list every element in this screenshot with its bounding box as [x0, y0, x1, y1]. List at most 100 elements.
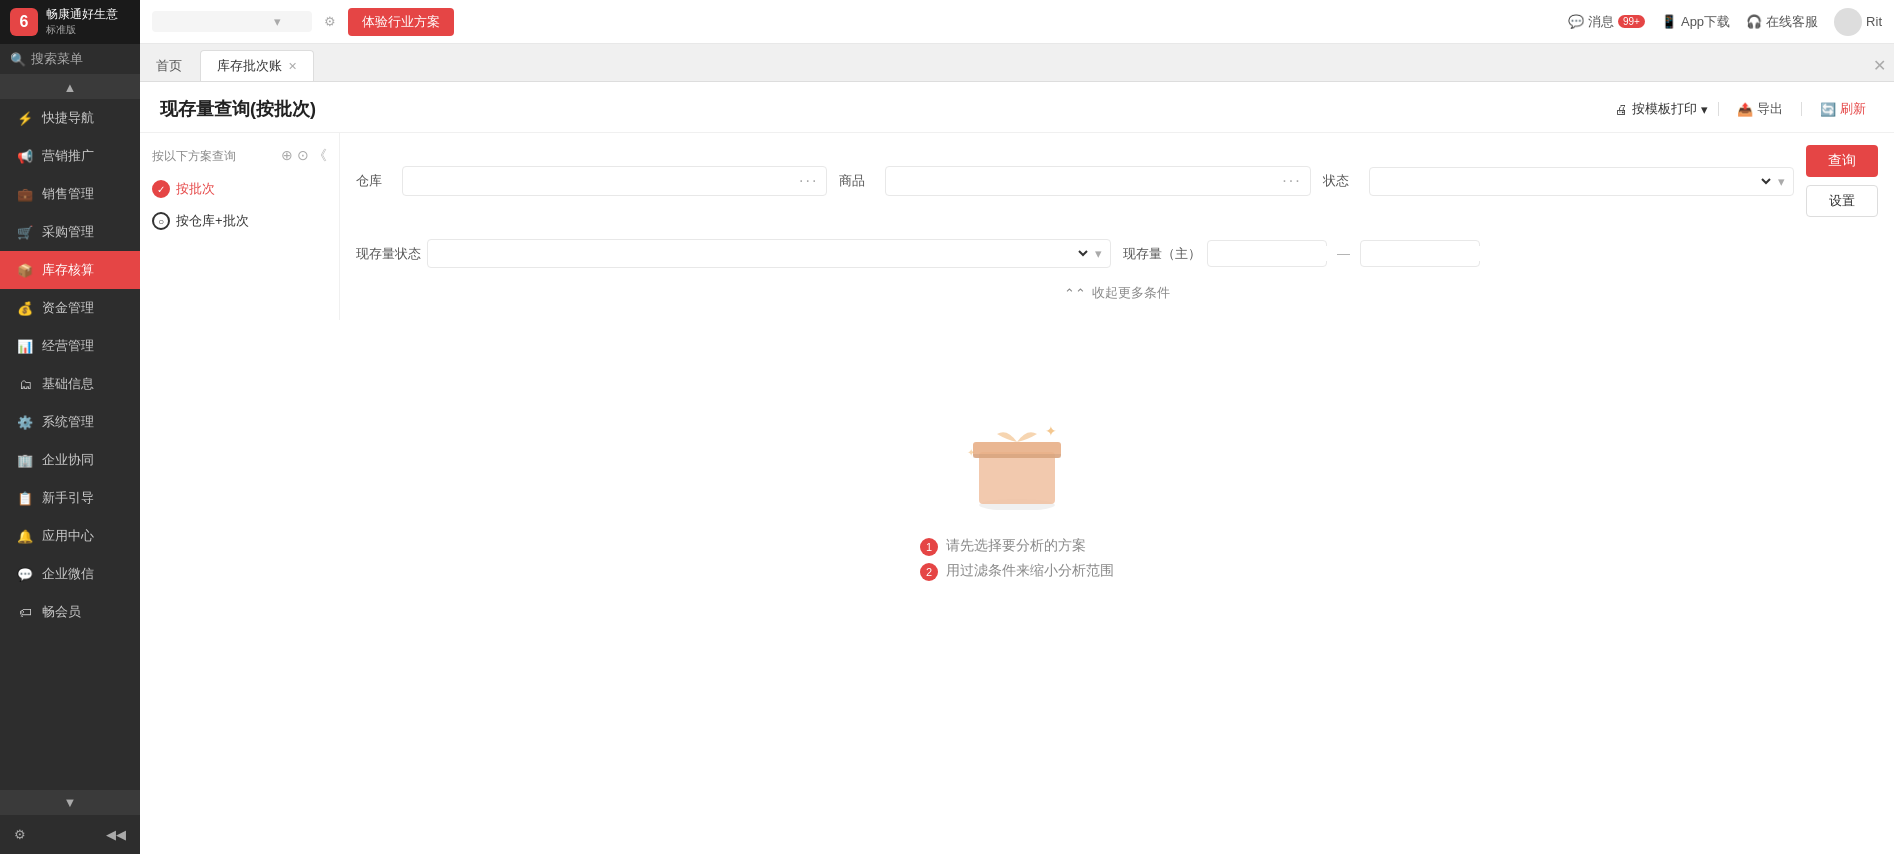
scroll-up-btn[interactable]: ▲ — [0, 75, 140, 99]
product-more-icon[interactable]: ··· — [1282, 172, 1301, 190]
messages-icon: 💬 — [1568, 14, 1584, 29]
operations-icon: 📊 — [16, 337, 34, 355]
sidebar-item-label: 营销推广 — [42, 147, 94, 165]
topbar-gear-icon[interactable]: ⚙ — [320, 10, 340, 33]
stock-status-chevron-icon: ▾ — [1095, 246, 1102, 261]
sidebar-item-wechat[interactable]: 💬 企业微信 — [0, 555, 140, 593]
status-chevron-icon: ▾ — [1778, 174, 1785, 189]
stock-qty-filter-group: 现存量（主） — — [1123, 240, 1878, 267]
sidebar-item-label: 采购管理 — [42, 223, 94, 241]
print-btn-label: 按模板打印 — [1632, 100, 1697, 118]
page-header: 现存量查询(按批次) 🖨 按模板打印 ▾ 📤 导出 🔄 刷新 — [140, 82, 1894, 133]
product-input-wrap[interactable]: ··· — [885, 166, 1310, 196]
messages-badge: 99+ — [1618, 15, 1645, 28]
collapse-icon: ⌃⌃ — [1064, 286, 1086, 301]
sidebar-item-new-guide[interactable]: 📋 新手引导 — [0, 479, 140, 517]
product-input[interactable] — [894, 174, 1278, 189]
user-avatar-action[interactable]: Rit — [1834, 8, 1882, 36]
sidebar-item-operations[interactable]: 📊 经营管理 — [0, 327, 140, 365]
sidebar-nav: ⚡ 快捷导航 📢 营销推广 💼 销售管理 🛒 采购管理 📦 库存核算 💰 资金管… — [0, 99, 140, 790]
warehouse-input-wrap[interactable]: ··· — [402, 166, 827, 196]
stock-status-select-wrap[interactable]: ▾ — [427, 239, 1111, 268]
sidebar-item-system[interactable]: ⚙️ 系统管理 — [0, 403, 140, 441]
tab-batch-account-label: 库存批次账 — [217, 57, 282, 75]
warehouse-more-icon[interactable]: ··· — [799, 172, 818, 190]
tab-home[interactable]: 首页 — [140, 50, 198, 81]
collapse-sidebar-icon[interactable]: ◀◀ — [102, 823, 130, 846]
app-logo: 6 — [10, 8, 38, 36]
stock-qty-input-max[interactable] — [1360, 240, 1480, 267]
status-filter-group: 状态 ▾ — [1323, 167, 1794, 196]
sidebar-item-label: 新手引导 — [42, 489, 94, 507]
wechat-icon: 💬 — [16, 565, 34, 583]
solution-header-actions: ⊕ ⊙ 《 — [281, 147, 327, 165]
search-icon: 🔍 — [10, 52, 26, 67]
close-all-tabs-icon[interactable]: ✕ — [1873, 56, 1886, 75]
sidebar-item-sales[interactable]: 💼 销售管理 — [0, 175, 140, 213]
service-icon: 🎧 — [1746, 14, 1762, 29]
sidebar-item-finance[interactable]: 💰 资金管理 — [0, 289, 140, 327]
empty-step2-text: 用过滤条件来缩小分析范围 — [946, 562, 1114, 580]
export-btn-label: 导出 — [1757, 100, 1783, 118]
user-avatar — [1834, 8, 1862, 36]
sidebar-item-quick-nav[interactable]: ⚡ 快捷导航 — [0, 99, 140, 137]
topbar-dropdown-icon[interactable]: ▾ — [274, 14, 281, 29]
topbar-search-input[interactable] — [160, 15, 270, 29]
main-area: ▾ ⚙ 体验行业方案 💬 消息 99+ 📱 App下载 🎧 在线客服 Rit — [140, 0, 1894, 854]
sidebar-item-label: 畅会员 — [42, 603, 81, 621]
manage-solution-icon[interactable]: ⊙ — [297, 147, 309, 165]
warehouse-label: 仓库 — [356, 172, 396, 190]
empty-step1-text: 请先选择要分析的方案 — [946, 537, 1086, 555]
stock-qty-max-input[interactable] — [1369, 246, 1537, 261]
sidebar-item-label: 销售管理 — [42, 185, 94, 203]
sidebar-item-inventory[interactable]: 📦 库存核算 — [0, 251, 140, 289]
solution-item-by-warehouse-batch[interactable]: ○ 按仓库+批次 — [140, 205, 339, 237]
print-template-btn[interactable]: 🖨 按模板打印 ▾ — [1615, 100, 1708, 118]
basic-info-icon: 🗂 — [16, 375, 34, 393]
sidebar-item-basic-info[interactable]: 🗂 基础信息 — [0, 365, 140, 403]
sidebar-item-label: 企业协同 — [42, 451, 94, 469]
empty-icon-wrap: ✦ ✦ — [957, 400, 1077, 513]
tabs-right: ✕ — [1873, 50, 1894, 81]
collapse-solution-icon[interactable]: 《 — [313, 147, 327, 165]
inventory-icon: 📦 — [16, 261, 34, 279]
stock-qty-min-input[interactable] — [1216, 246, 1384, 261]
refresh-btn[interactable]: 🔄 刷新 — [1812, 96, 1874, 122]
search-menu-item[interactable]: 🔍 搜索菜单 — [0, 44, 140, 75]
system-icon: ⚙️ — [16, 413, 34, 431]
filter-panel: 按以下方案查询 ⊕ ⊙ 《 ✓ 按批次 ○ 按仓库+批次 — [140, 133, 1894, 320]
tab-close-icon[interactable]: ✕ — [288, 60, 297, 73]
solution-item-by-batch[interactable]: ✓ 按批次 — [140, 173, 339, 205]
app-center-icon: 🔔 — [16, 527, 34, 545]
search-menu-label: 搜索菜单 — [31, 50, 83, 68]
experience-btn[interactable]: 体验行业方案 — [348, 8, 454, 36]
sidebar-item-label: 库存核算 — [42, 261, 94, 279]
collapse-more-btn[interactable]: ⌃⌃ 收起更多条件 — [356, 278, 1878, 308]
scroll-down-btn[interactable]: ▼ — [0, 790, 140, 814]
stock-status-select[interactable] — [436, 245, 1091, 262]
sidebar-item-marketing[interactable]: 📢 营销推广 — [0, 137, 140, 175]
status-select[interactable] — [1378, 173, 1774, 190]
sidebar-item-label: 应用中心 — [42, 527, 94, 545]
sidebar-item-purchase[interactable]: 🛒 采购管理 — [0, 213, 140, 251]
warehouse-input[interactable] — [411, 174, 795, 189]
solution-panel: 按以下方案查询 ⊕ ⊙ 《 ✓ 按批次 ○ 按仓库+批次 — [140, 133, 340, 320]
messages-action[interactable]: 💬 消息 99+ — [1568, 13, 1645, 31]
action-btns-wrap: 查询 设置 — [1806, 145, 1878, 217]
app-title-group: 畅康通好生意 标准版 — [46, 7, 118, 37]
online-service-action[interactable]: 🎧 在线客服 — [1746, 13, 1818, 31]
sidebar-item-app-center[interactable]: 🔔 应用中心 — [0, 517, 140, 555]
sidebar-item-enterprise[interactable]: 🏢 企业协同 — [0, 441, 140, 479]
topbar: ▾ ⚙ 体验行业方案 💬 消息 99+ 📱 App下载 🎧 在线客服 Rit — [140, 0, 1894, 44]
query-btn[interactable]: 查询 — [1806, 145, 1878, 177]
tab-batch-account[interactable]: 库存批次账 ✕ — [200, 50, 314, 81]
status-select-wrap[interactable]: ▾ — [1369, 167, 1794, 196]
by-warehouse-batch-label: 按仓库+批次 — [176, 212, 249, 230]
add-solution-icon[interactable]: ⊕ — [281, 147, 293, 165]
export-btn[interactable]: 📤 导出 — [1729, 96, 1791, 122]
stock-qty-input-min[interactable] — [1207, 240, 1327, 267]
settings-btn[interactable]: 设置 — [1806, 185, 1878, 217]
sidebar-item-member[interactable]: 🏷 畅会员 — [0, 593, 140, 631]
app-download-action[interactable]: 📱 App下载 — [1661, 13, 1730, 31]
settings-footer-icon[interactable]: ⚙ — [10, 823, 30, 846]
